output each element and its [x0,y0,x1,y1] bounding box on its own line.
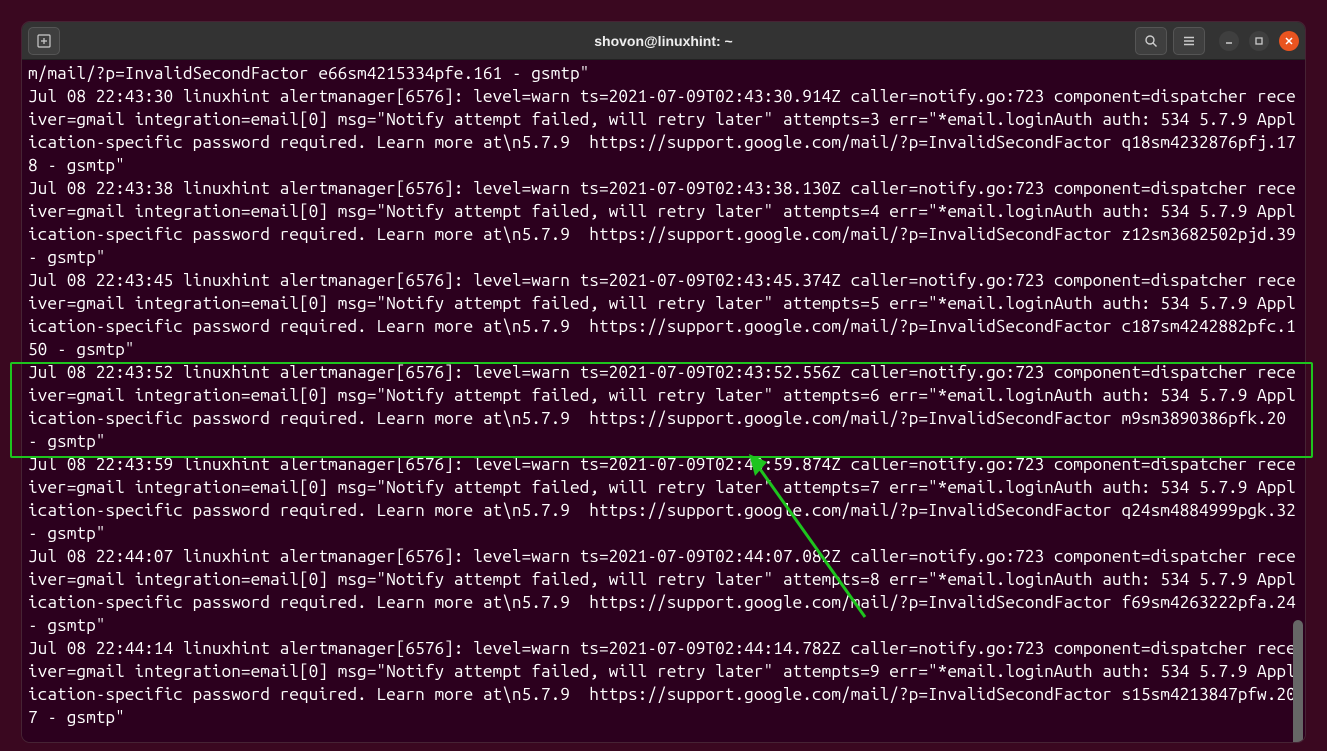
log-entry: Jul 08 22:43:52 linuxhint alertmanager[6… [28,363,1296,451]
new-tab-icon [37,34,51,48]
scrollbar-thumb[interactable] [1293,620,1303,742]
log-entry: Jul 08 22:44:14 linuxhint alertmanager[6… [28,639,1296,727]
close-icon [1284,36,1294,46]
titlebar: shovon@linuxhint: ~ [22,22,1305,60]
search-button[interactable] [1135,27,1167,55]
hamburger-icon [1182,34,1196,48]
log-entry: Jul 08 22:43:45 linuxhint alertmanager[6… [28,271,1296,359]
terminal-output[interactable]: m/mail/?p=InvalidSecondFactor e66sm42153… [22,60,1305,742]
log-entry: Jul 08 22:43:30 linuxhint alertmanager[6… [28,87,1296,175]
close-button[interactable] [1279,31,1299,51]
log-entry: Jul 08 22:43:59 linuxhint alertmanager[6… [28,455,1305,543]
menu-button[interactable] [1173,27,1205,55]
minimize-button[interactable] [1219,31,1239,51]
maximize-icon [1254,36,1264,46]
minimize-icon [1224,36,1234,46]
new-tab-button[interactable] [28,27,60,55]
terminal-window: shovon@linuxhint: ~ [22,22,1305,742]
log-entry: Jul 08 22:43:38 linuxhint alertmanager[6… [28,179,1305,267]
maximize-button[interactable] [1249,31,1269,51]
log-line: m/mail/?p=InvalidSecondFactor e66sm42153… [28,64,589,83]
search-icon [1144,34,1158,48]
window-title: shovon@linuxhint: ~ [22,33,1305,49]
log-entry: Jul 08 22:44:07 linuxhint alertmanager[6… [28,547,1305,635]
